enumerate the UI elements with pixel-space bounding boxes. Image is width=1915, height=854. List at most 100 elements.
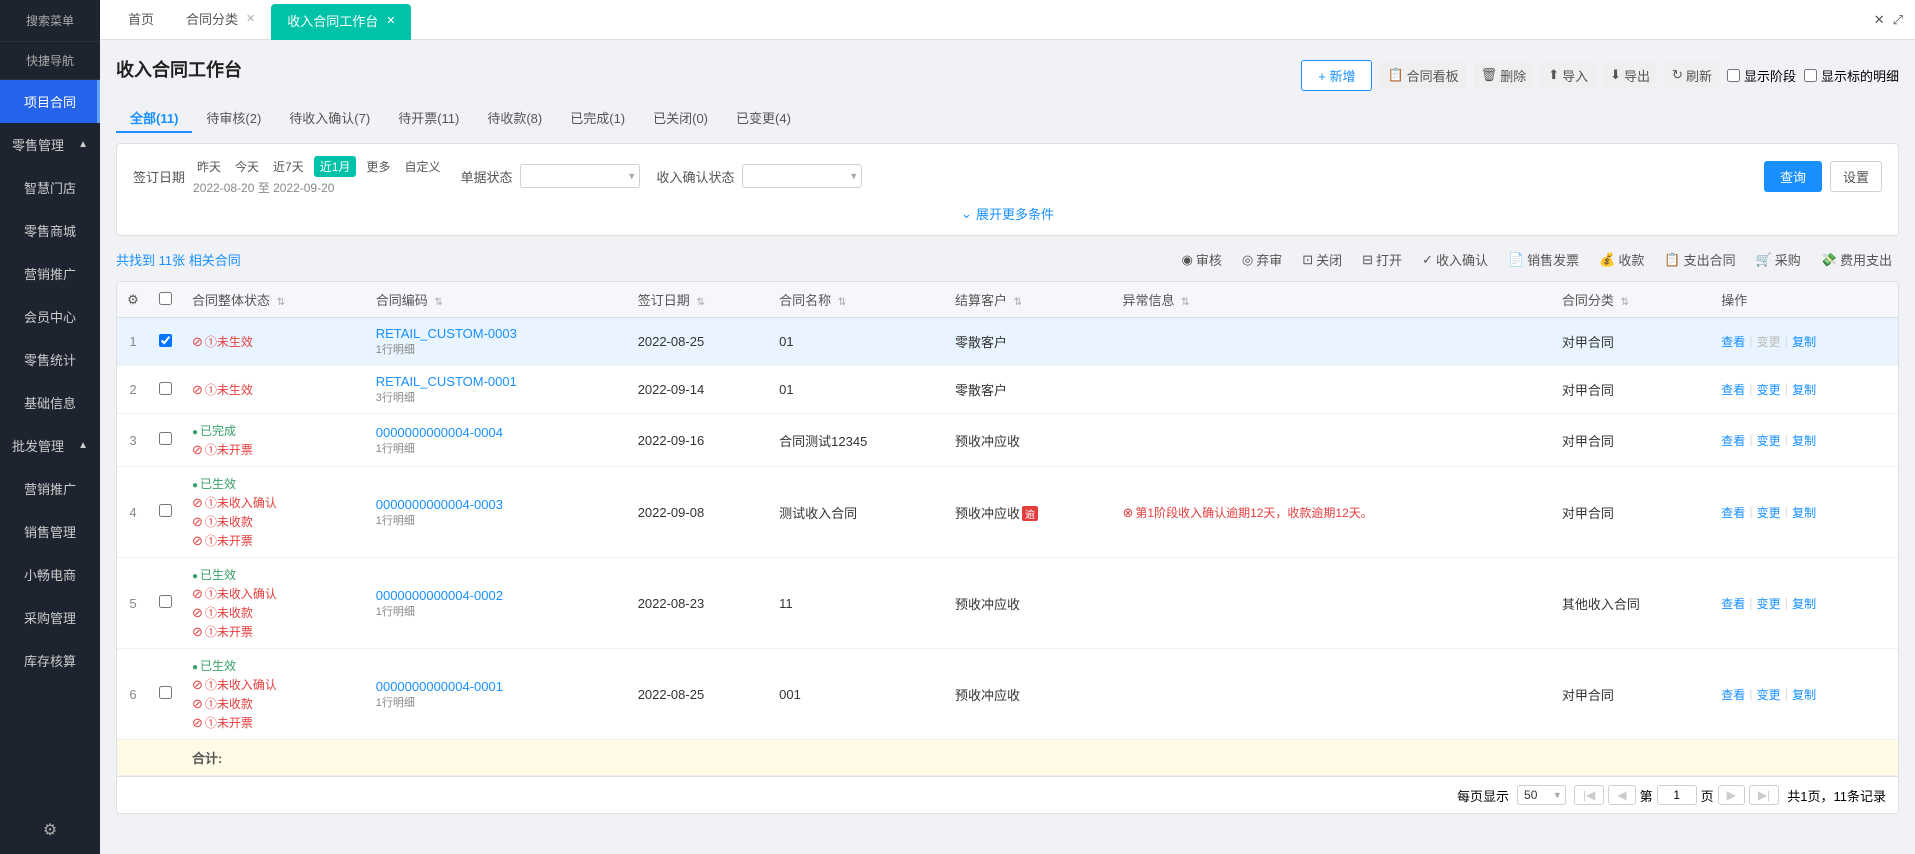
next-page-btn[interactable]: ▶ [1718,785,1745,805]
collect-btn[interactable]: 💰 收款 [1592,246,1651,273]
action-复制-2[interactable]: 复制 [1792,381,1816,398]
sidebar-item-xiaochangec[interactable]: 小畅电商 [0,553,100,596]
action-查看-6[interactable]: 查看 [1721,686,1745,703]
sidebar-item-wholesale[interactable]: 批发管理 ▲ [0,424,100,467]
action-查看-2[interactable]: 查看 [1721,381,1745,398]
row-checkbox-5[interactable] [149,558,182,649]
checkbox-3[interactable] [159,432,172,445]
prev-page-btn[interactable]: ◀ [1608,785,1635,805]
sidebar-item-member[interactable]: 会员中心 [0,295,100,338]
setting-button[interactable]: 设置 [1830,161,1882,192]
tab-home[interactable]: 首页 [112,0,170,40]
contract-board-button[interactable]: 📋 合同看板 [1380,62,1465,89]
delete-button[interactable]: 🗑 删除 [1474,62,1534,89]
query-button[interactable]: 查询 [1764,161,1822,192]
sidebar-item-basic-info[interactable]: 基础信息 [0,381,100,424]
add-button[interactable]: + 新增 [1301,60,1372,91]
sidebar-item-inventory[interactable]: 库存核算 [0,639,100,682]
abandon-review-btn[interactable]: ◎ 弃审 [1235,246,1289,273]
sidebar-item-smart-store[interactable]: 智慧门店 [0,166,100,209]
per-page-select[interactable]: 10 20 50 100 [1517,785,1566,805]
sidebar-item-marketing[interactable]: 营销推广 [0,252,100,295]
filter-tab-changed[interactable]: 已变更(4) [722,104,805,133]
action-变更-2[interactable]: 变更 [1757,381,1781,398]
last-page-btn[interactable]: ▶| [1749,785,1779,805]
col-name[interactable]: 合同名称 ⇅ [769,282,945,318]
row-checkbox-6[interactable] [149,649,182,740]
row-checkbox-2[interactable] [149,366,182,414]
checkbox-2[interactable] [159,382,172,395]
date-opt-last1month[interactable]: 近1月 [314,156,357,177]
action-变更-6[interactable]: 变更 [1757,686,1781,703]
date-opt-more[interactable]: 更多 [362,156,394,177]
sidebar-item-retail-mall[interactable]: 零售商城 [0,209,100,252]
tab-contract-category[interactable]: 合同分类 ✕ [170,0,271,40]
action-查看-3[interactable]: 查看 [1721,432,1745,449]
filter-tab-all[interactable]: 全部(11) [116,104,192,133]
col-sign-date[interactable]: 签订日期 ⇅ [628,282,769,318]
row-checkbox-3[interactable] [149,414,182,467]
page-input[interactable] [1657,785,1697,805]
action-变更-4[interactable]: 变更 [1757,504,1781,521]
sidebar-item-purchase[interactable]: 采购管理 [0,596,100,639]
checkbox-4[interactable] [159,504,172,517]
show-fields-checkbox[interactable] [1727,69,1740,82]
action-查看-5[interactable]: 查看 [1721,595,1745,612]
col-settings[interactable]: ⚙ [117,282,149,318]
close-btn[interactable]: ⊡ 关闭 [1295,246,1349,273]
filter-tab-pending-payment[interactable]: 待收款(8) [473,104,556,133]
income-confirm-status-select[interactable] [742,164,862,188]
open-btn[interactable]: ⊟ 打开 [1355,246,1409,273]
date-opt-custom[interactable]: 自定义 [400,156,444,177]
action-复制-4[interactable]: 复制 [1792,504,1816,521]
date-opt-last7[interactable]: 近7天 [269,156,308,177]
export-button[interactable]: ⬇ 导出 [1603,62,1657,89]
action-复制-5[interactable]: 复制 [1792,595,1816,612]
show-detail-checkbox[interactable] [1804,69,1817,82]
action-复制-6[interactable]: 复制 [1792,686,1816,703]
out-contract-btn[interactable]: 📋 支出合同 [1657,246,1742,273]
row-checkbox-1[interactable] [149,318,182,366]
first-page-btn[interactable]: |◀ [1574,785,1604,805]
total-count[interactable]: 11张 [159,253,186,268]
sidebar-nav[interactable]: 快捷导航 [0,42,100,80]
tab-contract-category-close[interactable]: ✕ [246,12,255,25]
date-opt-yesterday[interactable]: 昨天 [193,156,225,177]
filter-tab-pending-review[interactable]: 待审核(2) [192,104,275,133]
contract-link-3[interactable]: 0000000000004-0004 [376,425,618,440]
filter-tab-closed[interactable]: 已关闭(0) [639,104,722,133]
filter-tab-pending-income[interactable]: 待收入确认(7) [275,104,384,133]
row-checkbox-4[interactable] [149,467,182,558]
col-status[interactable]: 合同整体状态 ⇅ [182,282,366,318]
col-category[interactable]: 合同分类 ⇅ [1552,282,1711,318]
maximize-icon[interactable]: ⤢ [1893,12,1903,28]
checkbox-1[interactable] [159,334,172,347]
tab-income-workbench-close[interactable]: ✕ [386,14,395,27]
action-查看-1[interactable]: 查看 [1721,333,1745,350]
sidebar-item-project[interactable]: 项目合同 [0,80,100,123]
checkbox-5[interactable] [159,595,172,608]
action-变更-5[interactable]: 变更 [1757,595,1781,612]
sidebar-item-retail[interactable]: 零售管理 ▲ [0,123,100,166]
action-查看-4[interactable]: 查看 [1721,504,1745,521]
sidebar-item-marketing2[interactable]: 营销推广 [0,467,100,510]
expand-more-btn[interactable]: ⌄ 展开更多条件 [961,204,1054,223]
filter-tab-pending-invoice[interactable]: 待开票(11) [384,104,473,133]
show-detail-checkbox-label[interactable]: 显示标的明细 [1804,66,1899,85]
filter-tab-completed[interactable]: 已完成(1) [556,104,639,133]
doc-status-select[interactable] [520,164,640,188]
col-customer[interactable]: 结算客户 ⇅ [945,282,1112,318]
contract-link-2[interactable]: RETAIL_CUSTOM-0001 [376,374,618,389]
close-all-icon[interactable]: ✕ [1874,12,1885,28]
contract-link-5[interactable]: 0000000000004-0002 [376,588,618,603]
contract-link-6[interactable]: 0000000000004-0001 [376,679,618,694]
date-opt-today[interactable]: 今天 [231,156,263,177]
col-checkbox[interactable] [149,282,182,318]
sidebar-item-retail-stats[interactable]: 零售统计 [0,338,100,381]
purchase-btn[interactable]: 🛒 采购 [1749,246,1808,273]
gear-icon[interactable]: ⚙ [29,806,71,854]
action-复制-3[interactable]: 复制 [1792,432,1816,449]
sidebar-item-sales[interactable]: 销售管理 [0,510,100,553]
action-变更-3[interactable]: 变更 [1757,432,1781,449]
select-all-checkbox[interactable] [159,292,172,305]
